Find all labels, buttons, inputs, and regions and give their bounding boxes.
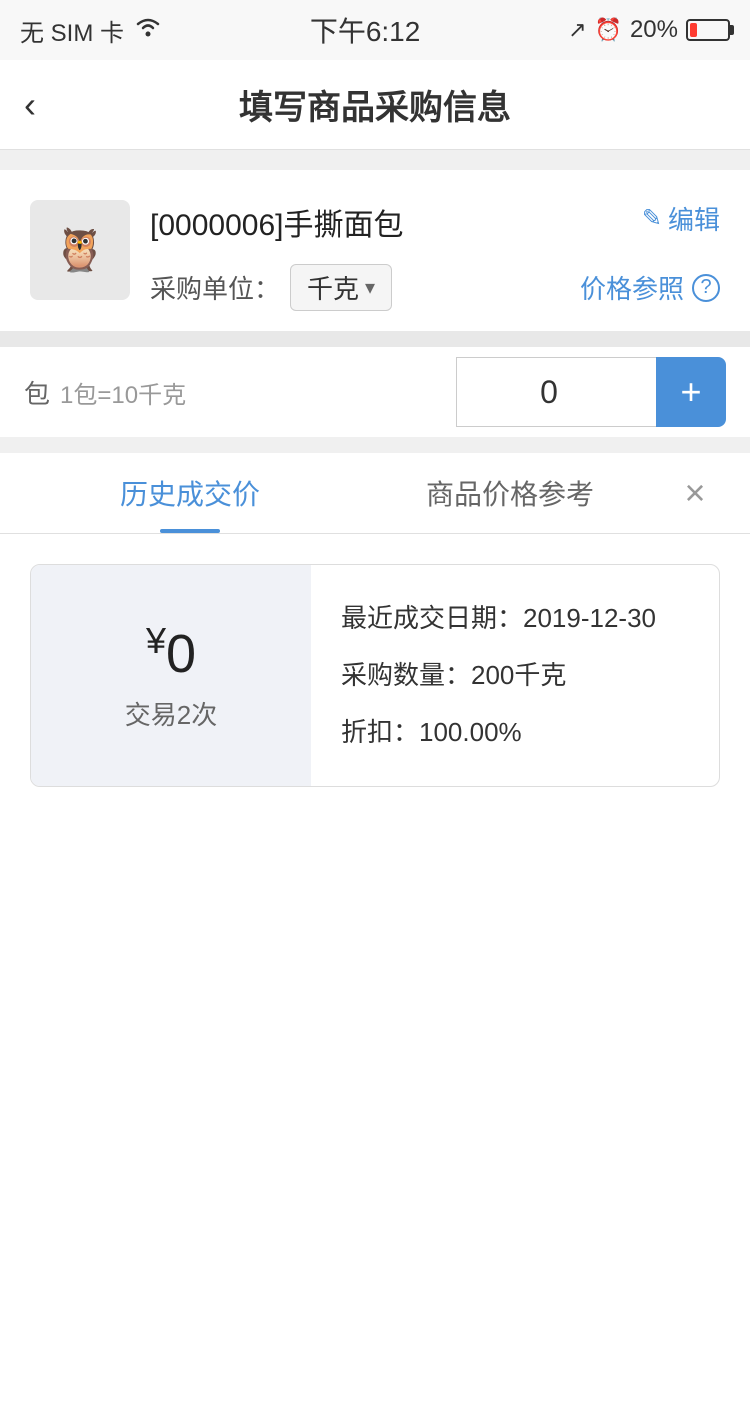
latest-date-value: 2019-12-30 <box>523 603 656 633</box>
conversion-info: 1包=10千克 <box>60 375 186 410</box>
help-icon: ? <box>692 274 720 302</box>
status-right-icons: ↗ ⏰ 20% <box>568 16 730 44</box>
product-image: 🦉 <box>30 200 130 300</box>
currency-symbol: ¥ <box>146 620 166 661</box>
unit-selector[interactable]: 千克 ▾ <box>290 264 392 311</box>
battery-icon <box>686 19 730 41</box>
section-divider <box>0 331 750 347</box>
carrier-text: 无 SIM 卡 <box>20 13 124 48</box>
product-unit-row: 采购单位： 千克 ▾ 价格参照 ? <box>150 264 720 311</box>
tabs-header: 历史成交价 商品价格参考 × <box>0 453 750 534</box>
transaction-price-side: ¥0 交易2次 <box>31 565 311 786</box>
status-time: 下午6:12 <box>310 10 421 50</box>
battery-percent: 20% <box>630 16 678 44</box>
nav-bar: ‹ 填写商品采购信息 <box>0 60 750 150</box>
unit-label: 采购单位： <box>150 269 280 306</box>
tab-history-price-label: 历史成交价 <box>120 473 260 513</box>
price-reference-button[interactable]: 价格参照 ? <box>580 269 720 306</box>
discount-value: 100.00% <box>419 717 522 747</box>
transaction-card: ¥0 交易2次 最近成交日期：2019-12-30 采购数量：200千克 折扣：… <box>30 564 720 787</box>
transaction-price: ¥0 <box>146 620 196 685</box>
latest-date-label: 最近成交日期： <box>341 603 523 633</box>
product-top-row: [0000006]手撕面包 ✎ 编辑 <box>150 200 720 244</box>
price-ref-label: 价格参照 <box>580 269 684 306</box>
purchase-qty-label: 采购数量： <box>341 660 471 690</box>
alarm-icon: ⏰ <box>595 17 622 43</box>
unit-badge: 包 <box>24 374 50 411</box>
purchase-qty-value: 200千克 <box>471 660 566 690</box>
tabs-panel: 历史成交价 商品价格参考 × ¥0 交易2次 最近成交日期：2019-12-30… <box>0 453 750 817</box>
product-name: [0000006]手撕面包 <box>150 200 403 244</box>
unit-value: 千克 <box>307 269 359 306</box>
quantity-input-area: + <box>456 357 726 427</box>
trade-count: 交易2次 <box>125 695 217 732</box>
tab-price-reference-label: 商品价格参考 <box>426 473 594 513</box>
tab-price-reference[interactable]: 商品价格参考 <box>350 453 670 533</box>
edit-icon: ✎ <box>642 204 662 233</box>
discount-label: 折扣： <box>341 717 419 747</box>
discount-row: 折扣：100.00% <box>341 713 689 752</box>
quantity-input[interactable] <box>456 357 656 427</box>
quantity-row: 包 1包=10千克 + <box>0 347 750 437</box>
status-carrier: 无 SIM 卡 <box>20 13 162 48</box>
tabs-close-button[interactable]: × <box>670 453 720 533</box>
bottom-area <box>0 817 750 1417</box>
status-bar: 无 SIM 卡 下午6:12 ↗ ⏰ 20% <box>0 0 750 60</box>
latest-date-row: 最近成交日期：2019-12-30 <box>341 599 689 638</box>
edit-label: 编辑 <box>668 200 720 237</box>
purchase-qty-row: 采购数量：200千克 <box>341 656 689 695</box>
tab-history-price[interactable]: 历史成交价 <box>30 453 350 533</box>
quantity-plus-button[interactable]: + <box>656 357 726 427</box>
product-info: [0000006]手撕面包 ✎ 编辑 采购单位： 千克 ▾ 价格参照 ? <box>150 200 720 311</box>
transaction-area: ¥0 交易2次 最近成交日期：2019-12-30 采购数量：200千克 折扣：… <box>0 534 750 817</box>
quantity-label: 包 1包=10千克 <box>24 374 186 411</box>
location-icon: ↗ <box>568 17 586 43</box>
product-card: 🦉 [0000006]手撕面包 ✎ 编辑 采购单位： 千克 ▾ 价格参照 ? <box>0 170 750 331</box>
transaction-detail-side: 最近成交日期：2019-12-30 采购数量：200千克 折扣：100.00% <box>311 565 719 786</box>
product-logo: 🦉 <box>54 226 106 275</box>
unit-left: 采购单位： 千克 ▾ <box>150 264 392 311</box>
page-title: 填写商品采购信息 <box>239 80 511 129</box>
price-value: 0 <box>166 624 196 684</box>
wifi-icon <box>134 16 162 44</box>
dropdown-icon: ▾ <box>365 275 375 300</box>
back-button[interactable]: ‹ <box>24 84 36 126</box>
edit-button[interactable]: ✎ 编辑 <box>642 200 720 237</box>
